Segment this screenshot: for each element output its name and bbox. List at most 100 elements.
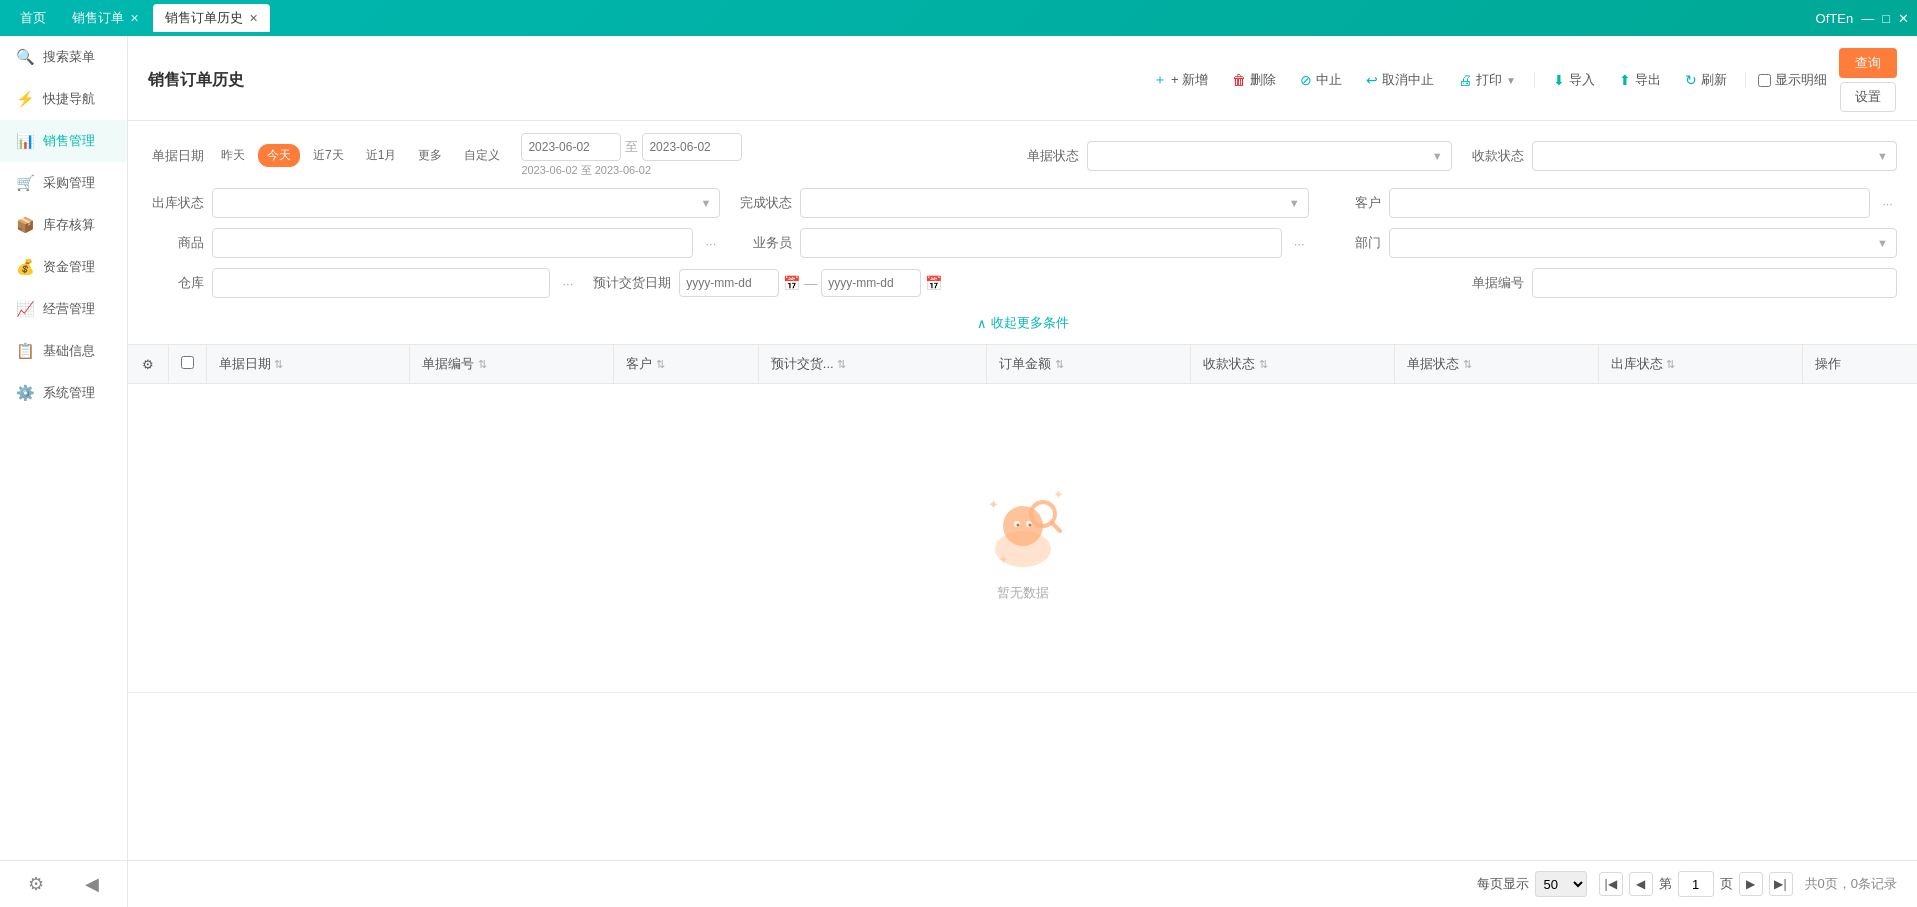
date-btn-custom[interactable]: 自定义 <box>455 144 509 167</box>
salesman-input[interactable] <box>800 228 1281 258</box>
th-out-status[interactable]: 出库状态 ⇅ <box>1598 345 1802 384</box>
date-btn-more[interactable]: 更多 <box>409 144 451 167</box>
warehouse-label: 仓库 <box>148 274 204 292</box>
max-btn[interactable]: □ <box>1882 11 1890 26</box>
export-label: 导出 <box>1635 71 1661 89</box>
sidebar-collapse-icon[interactable]: ◀ <box>85 873 99 895</box>
select-all-checkbox[interactable] <box>181 356 194 369</box>
sidebar-item-purchase-mgmt[interactable]: 🛒 采购管理 <box>0 162 127 204</box>
stop-btn[interactable]: ⊘ 中止 <box>1294 67 1348 93</box>
empty-cell: ✦ ✦ ✦ 暂无数据 <box>128 384 1917 693</box>
filter-warehouse-item: 仓库 ··· <box>148 268 577 298</box>
expected-date-to-cal-icon[interactable]: 📅 <box>925 275 942 291</box>
receipt-status-select[interactable]: ▼ <box>1532 141 1897 171</box>
close-btn[interactable]: ✕ <box>1898 11 1909 26</box>
customer-input[interactable] <box>1389 188 1870 218</box>
th-customer-label: 客户 <box>626 356 652 371</box>
table-gear-icon[interactable]: ⚙ <box>142 357 154 372</box>
dept-select[interactable]: ▼ <box>1389 228 1897 258</box>
display-toggle-checkbox[interactable] <box>1758 74 1771 87</box>
th-operation-label: 操作 <box>1815 356 1841 371</box>
th-amount[interactable]: 订单金额 ⇅ <box>987 345 1191 384</box>
setting-button[interactable]: 设置 <box>1840 82 1896 112</box>
sidebar-item-inventory-check[interactable]: 📦 库存核算 <box>0 204 127 246</box>
collapse-row[interactable]: ∧ 收起更多条件 <box>148 308 1897 332</box>
th-customer[interactable]: 客户 ⇅ <box>614 345 759 384</box>
goods-input[interactable] <box>212 228 693 258</box>
salesman-more-btn[interactable]: ··· <box>1290 236 1309 251</box>
receipt-status-label: 收款状态 <box>1468 147 1524 165</box>
th-date[interactable]: 单据日期 ⇅ <box>206 345 410 384</box>
tab-sales-order-label: 销售订单 <box>72 9 124 27</box>
sidebar-sys-mgmt-label: 系统管理 <box>43 384 95 402</box>
date-range-text: 2023-06-02 至 2023-06-02 <box>521 163 742 178</box>
refresh-icon: ↻ <box>1685 72 1697 88</box>
sidebar-item-sys-mgmt[interactable]: ⚙️ 系统管理 <box>0 372 127 414</box>
warehouse-input[interactable] <box>212 268 550 298</box>
th-order-status[interactable]: 单据状态 ⇅ <box>1394 345 1598 384</box>
refresh-btn[interactable]: ↻ 刷新 <box>1679 67 1733 93</box>
date-to-input[interactable] <box>642 133 742 161</box>
th-settings[interactable]: ⚙ <box>128 345 168 384</box>
sidebar-item-fund-mgmt[interactable]: 💰 资金管理 <box>0 246 127 288</box>
expected-date-from-cal-icon[interactable]: 📅 <box>783 275 800 291</box>
complete-status-select[interactable]: ▼ <box>800 188 1308 218</box>
query-button[interactable]: 查询 <box>1839 48 1897 78</box>
min-btn[interactable]: — <box>1861 11 1874 26</box>
print-icon: 🖨 <box>1458 72 1472 88</box>
outstock-status-select[interactable]: ▼ <box>212 188 720 218</box>
empty-state: ✦ ✦ ✦ 暂无数据 <box>140 394 1905 682</box>
last-page-btn[interactable]: ▶| <box>1769 872 1793 896</box>
customer-more-btn[interactable]: ··· <box>1878 196 1897 211</box>
date-btn-today[interactable]: 今天 <box>258 144 300 167</box>
th-customer-sort: ⇅ <box>656 358 665 370</box>
new-btn[interactable]: ＋ + 新增 <box>1147 67 1214 93</box>
order-status-select[interactable]: ▼ <box>1087 141 1452 171</box>
prev-page-btn[interactable]: ◀ <box>1629 872 1653 896</box>
tab-sales-order-close[interactable]: ✕ <box>130 12 139 25</box>
pagination: |◀ ◀ 第 页 ▶ ▶| <box>1599 871 1793 897</box>
tab-sales-order-history[interactable]: 销售订单历史 ✕ <box>153 4 270 32</box>
page-number-input[interactable] <box>1678 871 1714 897</box>
expected-date-to[interactable] <box>821 269 921 297</box>
delete-icon: 🗑 <box>1232 72 1246 88</box>
tab-home[interactable]: 首页 <box>8 4 58 32</box>
th-checkbox[interactable] <box>168 345 206 384</box>
import-btn[interactable]: ⬇ 导入 <box>1547 67 1601 93</box>
th-receipt-status[interactable]: 收款状态 ⇅ <box>1191 345 1395 384</box>
filter-order-status-item: 单据状态 ▼ <box>1023 141 1452 171</box>
date-btn-yesterday[interactable]: 昨天 <box>212 144 254 167</box>
delete-btn[interactable]: 🗑 删除 <box>1226 67 1282 93</box>
complete-status-label: 完成状态 <box>736 194 792 212</box>
goods-more-btn[interactable]: ··· <box>701 236 720 251</box>
date-btn-1month[interactable]: 近1月 <box>357 144 406 167</box>
th-number[interactable]: 单据编号 ⇅ <box>410 345 614 384</box>
print-btn[interactable]: 🖨 打印 ▼ <box>1452 67 1522 93</box>
sidebar-item-sales-mgmt[interactable]: 📊 销售管理 <box>0 120 127 162</box>
outstock-chevron: ▼ <box>700 197 711 209</box>
order-number-input[interactable] <box>1532 268 1897 298</box>
first-page-btn[interactable]: |◀ <box>1599 872 1623 896</box>
per-page-select[interactable]: 10 20 50 100 <box>1535 871 1587 897</box>
date-btn-7days[interactable]: 近7天 <box>304 144 353 167</box>
th-date-sort: ⇅ <box>274 358 283 370</box>
th-expected[interactable]: 预计交货... ⇅ <box>758 345 986 384</box>
sidebar-item-quick-nav[interactable]: ⚡ 快捷导航 <box>0 78 127 120</box>
sidebar-item-basic-info[interactable]: 📋 基础信息 <box>0 330 127 372</box>
sidebar-item-search-menu[interactable]: 🔍 搜索菜单 <box>0 36 127 78</box>
warehouse-more-btn[interactable]: ··· <box>558 276 577 291</box>
new-icon: ＋ <box>1153 71 1167 89</box>
display-toggle[interactable]: 显示明细 <box>1758 71 1827 89</box>
sidebar-settings-icon[interactable]: ⚙ <box>28 873 44 895</box>
cancel-stop-btn[interactable]: ↩ 取消中止 <box>1360 67 1440 93</box>
filter-customer-item: 客户 ··· <box>1325 188 1897 218</box>
order-status-chevron: ▼ <box>1432 150 1443 162</box>
next-page-btn[interactable]: ▶ <box>1739 872 1763 896</box>
tab-sales-order-history-close[interactable]: ✕ <box>249 12 258 25</box>
export-btn[interactable]: ⬆ 导出 <box>1613 67 1667 93</box>
date-from-input[interactable] <box>521 133 621 161</box>
tab-sales-order[interactable]: 销售订单 ✕ <box>60 4 151 32</box>
expected-date-from[interactable] <box>679 269 779 297</box>
filter-row-4: 仓库 ··· 预计交货日期 📅 — 📅 单据编号 <box>148 268 1897 298</box>
sidebar-item-ops-mgmt[interactable]: 📈 经营管理 <box>0 288 127 330</box>
